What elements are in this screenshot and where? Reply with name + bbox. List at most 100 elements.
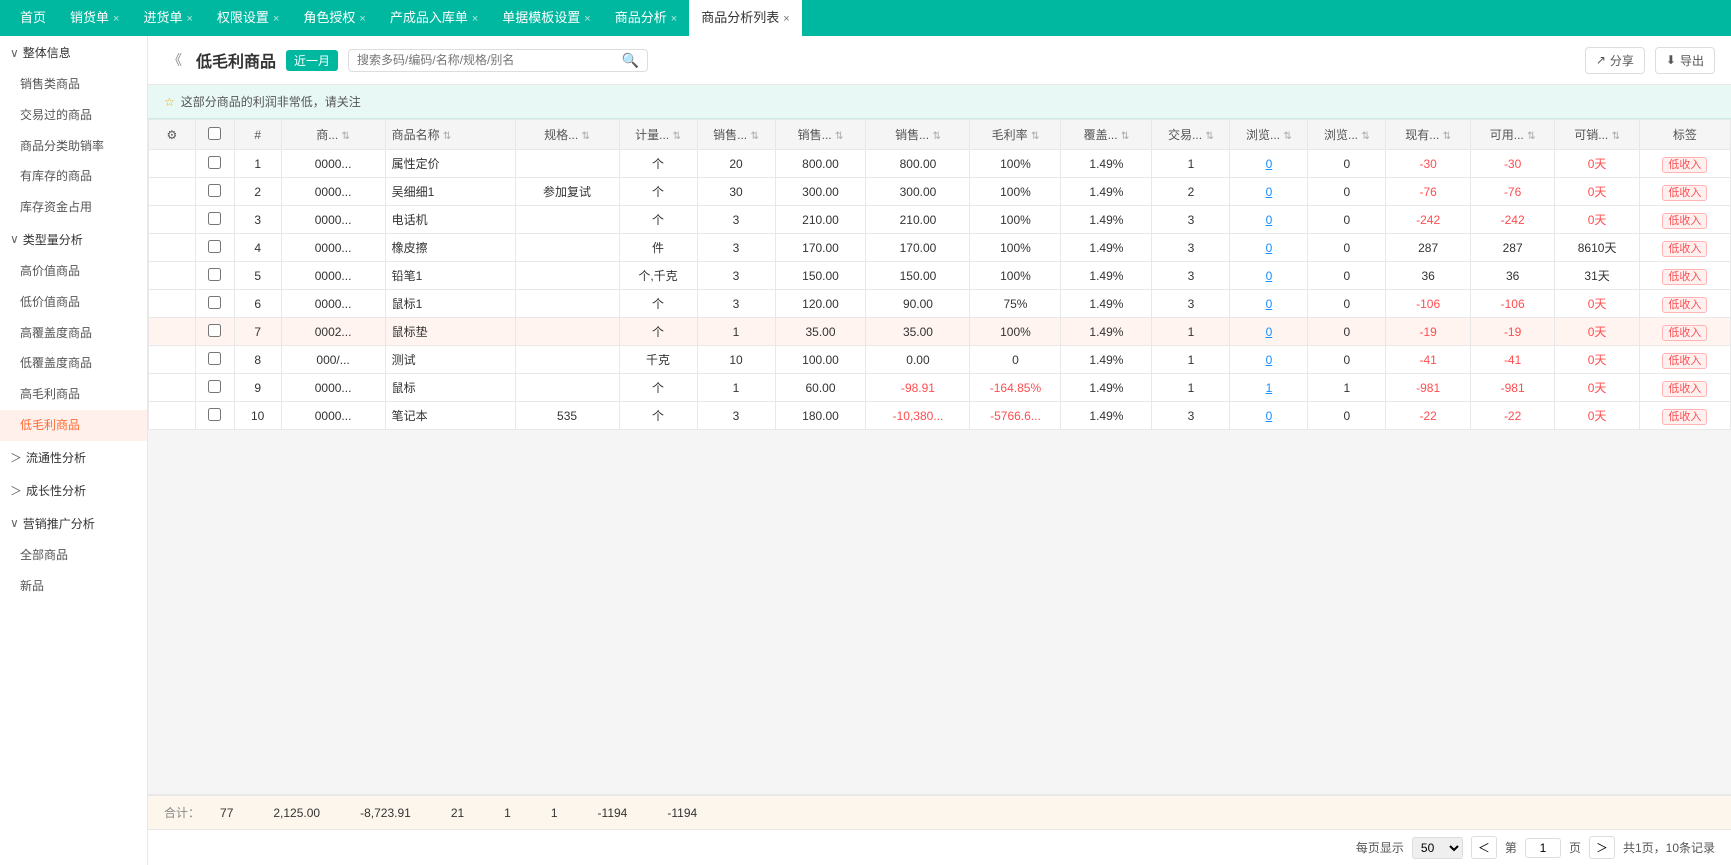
row-check[interactable]	[208, 268, 221, 281]
share-button[interactable]: ↗ 分享	[1585, 47, 1645, 74]
col-check-all[interactable]	[195, 120, 234, 150]
nav-home[interactable]: 首页	[8, 0, 58, 36]
nav-template-settings[interactable]: 单据模板设置×	[490, 0, 602, 36]
col-sellable-days[interactable]: 可销... ⇅	[1555, 120, 1639, 150]
row-check[interactable]	[208, 184, 221, 197]
sidebar-group-growth[interactable]: ＞ 成长性分析	[0, 474, 147, 507]
row-unit: 个	[619, 402, 697, 430]
col-unit[interactable]: 计量... ⇅	[619, 120, 697, 150]
row-browse1[interactable]: 0	[1230, 290, 1308, 318]
page-size-select[interactable]: 50100	[1412, 837, 1463, 859]
close-icon[interactable]: ×	[783, 13, 789, 25]
nav-purchase[interactable]: 进货单×	[131, 0, 204, 36]
sort-icon: ⇅	[1283, 131, 1291, 142]
export-button[interactable]: ⬇ 导出	[1655, 47, 1715, 74]
nav-permissions[interactable]: 权限设置×	[205, 0, 291, 36]
check-all-checkbox[interactable]	[208, 127, 221, 140]
col-gross-rate[interactable]: 毛利率 ⇅	[970, 120, 1061, 150]
col-product-code[interactable]: 商... ⇅	[281, 120, 385, 150]
row-usable: -19	[1470, 318, 1554, 346]
nav-product-inbound[interactable]: 产成品入库单×	[378, 0, 490, 36]
search-input[interactable]	[357, 53, 622, 67]
row-checkbox[interactable]	[195, 346, 234, 374]
sidebar-item-new-goods[interactable]: 新品	[0, 571, 147, 602]
col-product-name[interactable]: 商品名称 ⇅	[385, 120, 515, 150]
page-number-input[interactable]	[1525, 838, 1561, 858]
row-check[interactable]	[208, 352, 221, 365]
row-checkbox[interactable]	[195, 262, 234, 290]
row-browse1[interactable]: 0	[1230, 346, 1308, 374]
sidebar-item-inventory-capital[interactable]: 库存资金占用	[0, 192, 147, 223]
close-icon[interactable]: ×	[359, 13, 365, 25]
sidebar-item-high-value[interactable]: 高价值商品	[0, 256, 147, 287]
close-icon[interactable]: ×	[584, 13, 590, 25]
sidebar-item-all-goods[interactable]: 全部商品	[0, 540, 147, 571]
date-badge[interactable]: 近一月	[286, 50, 338, 71]
sidebar-item-inventory-goods[interactable]: 有库存的商品	[0, 161, 147, 192]
col-cover-rate[interactable]: 覆盖... ⇅	[1061, 120, 1152, 150]
next-page-button[interactable]: ＞	[1589, 836, 1615, 859]
row-browse1[interactable]: 1	[1230, 374, 1308, 402]
col-trade-count[interactable]: 交易... ⇅	[1152, 120, 1230, 150]
col-sales-profit[interactable]: 销售... ⇅	[866, 120, 970, 150]
close-icon[interactable]: ×	[113, 13, 119, 25]
row-cover-rate: 1.49%	[1061, 290, 1152, 318]
row-browse1[interactable]: 0	[1230, 402, 1308, 430]
col-sales-price[interactable]: 销售... ⇅	[775, 120, 866, 150]
col-browse2[interactable]: 浏览... ⇅	[1308, 120, 1386, 150]
row-browse1[interactable]: 0	[1230, 318, 1308, 346]
row-browse1[interactable]: 0	[1230, 150, 1308, 178]
row-check[interactable]	[208, 380, 221, 393]
col-current-stock[interactable]: 现有... ⇅	[1386, 120, 1470, 150]
sidebar-item-high-margin[interactable]: 高毛利商品	[0, 379, 147, 410]
close-icon[interactable]: ×	[671, 13, 677, 25]
row-check[interactable]	[208, 296, 221, 309]
row-browse1[interactable]: 0	[1230, 178, 1308, 206]
row-checkbox[interactable]	[195, 402, 234, 430]
sidebar-item-low-margin[interactable]: 低毛利商品	[0, 410, 147, 441]
prev-page-button[interactable]: ＜	[1471, 836, 1497, 859]
row-browse1[interactable]: 0	[1230, 234, 1308, 262]
row-gross-rate: 100%	[970, 178, 1061, 206]
sidebar-item-category-rate[interactable]: 商品分类助销率	[0, 131, 147, 162]
nav-product-analysis[interactable]: 商品分析×	[603, 0, 689, 36]
sidebar-collapse-button[interactable]: 《	[164, 46, 186, 74]
row-browse1[interactable]: 0	[1230, 262, 1308, 290]
sidebar-item-traded-goods[interactable]: 交易过的商品	[0, 100, 147, 131]
col-browse1[interactable]: 浏览... ⇅	[1230, 120, 1308, 150]
col-spec[interactable]: 规格... ⇅	[515, 120, 619, 150]
nav-sales[interactable]: 销货单×	[58, 0, 131, 36]
sidebar-group-overall[interactable]: ∨ 整体信息	[0, 36, 147, 69]
sidebar-item-high-coverage[interactable]: 高覆盖度商品	[0, 318, 147, 349]
row-checkbox[interactable]	[195, 206, 234, 234]
row-checkbox[interactable]	[195, 178, 234, 206]
row-checkbox[interactable]	[195, 318, 234, 346]
close-icon[interactable]: ×	[273, 13, 279, 25]
col-sales-qty[interactable]: 销售... ⇅	[697, 120, 775, 150]
row-browse2: 0	[1308, 262, 1386, 290]
sidebar-group-marketing[interactable]: ∨ 营销推广分析	[0, 507, 147, 540]
row-usable: -106	[1470, 290, 1554, 318]
sidebar-item-low-coverage[interactable]: 低覆盖度商品	[0, 348, 147, 379]
sidebar-item-sales-goods[interactable]: 销售类商品	[0, 69, 147, 100]
sidebar-item-low-value[interactable]: 低价值商品	[0, 287, 147, 318]
close-icon[interactable]: ×	[186, 13, 192, 25]
row-check[interactable]	[208, 324, 221, 337]
close-icon[interactable]: ×	[472, 13, 478, 25]
row-check[interactable]	[208, 156, 221, 169]
row-checkbox[interactable]	[195, 150, 234, 178]
row-checkbox[interactable]	[195, 374, 234, 402]
row-checkbox[interactable]	[195, 234, 234, 262]
row-check[interactable]	[208, 240, 221, 253]
row-checkbox[interactable]	[195, 290, 234, 318]
nav-roles[interactable]: 角色授权×	[291, 0, 377, 36]
col-settings[interactable]: ⚙	[149, 120, 196, 150]
row-check[interactable]	[208, 212, 221, 225]
search-icon[interactable]: 🔍	[622, 52, 639, 69]
sidebar-group-type-analysis[interactable]: ∨ 类型量分析	[0, 223, 147, 256]
col-usable-stock[interactable]: 可用... ⇅	[1470, 120, 1554, 150]
row-check[interactable]	[208, 408, 221, 421]
sidebar-group-circulation[interactable]: ＞ 流通性分析	[0, 441, 147, 474]
row-browse1[interactable]: 0	[1230, 206, 1308, 234]
nav-product-analysis-list[interactable]: 商品分析列表×	[689, 0, 801, 36]
